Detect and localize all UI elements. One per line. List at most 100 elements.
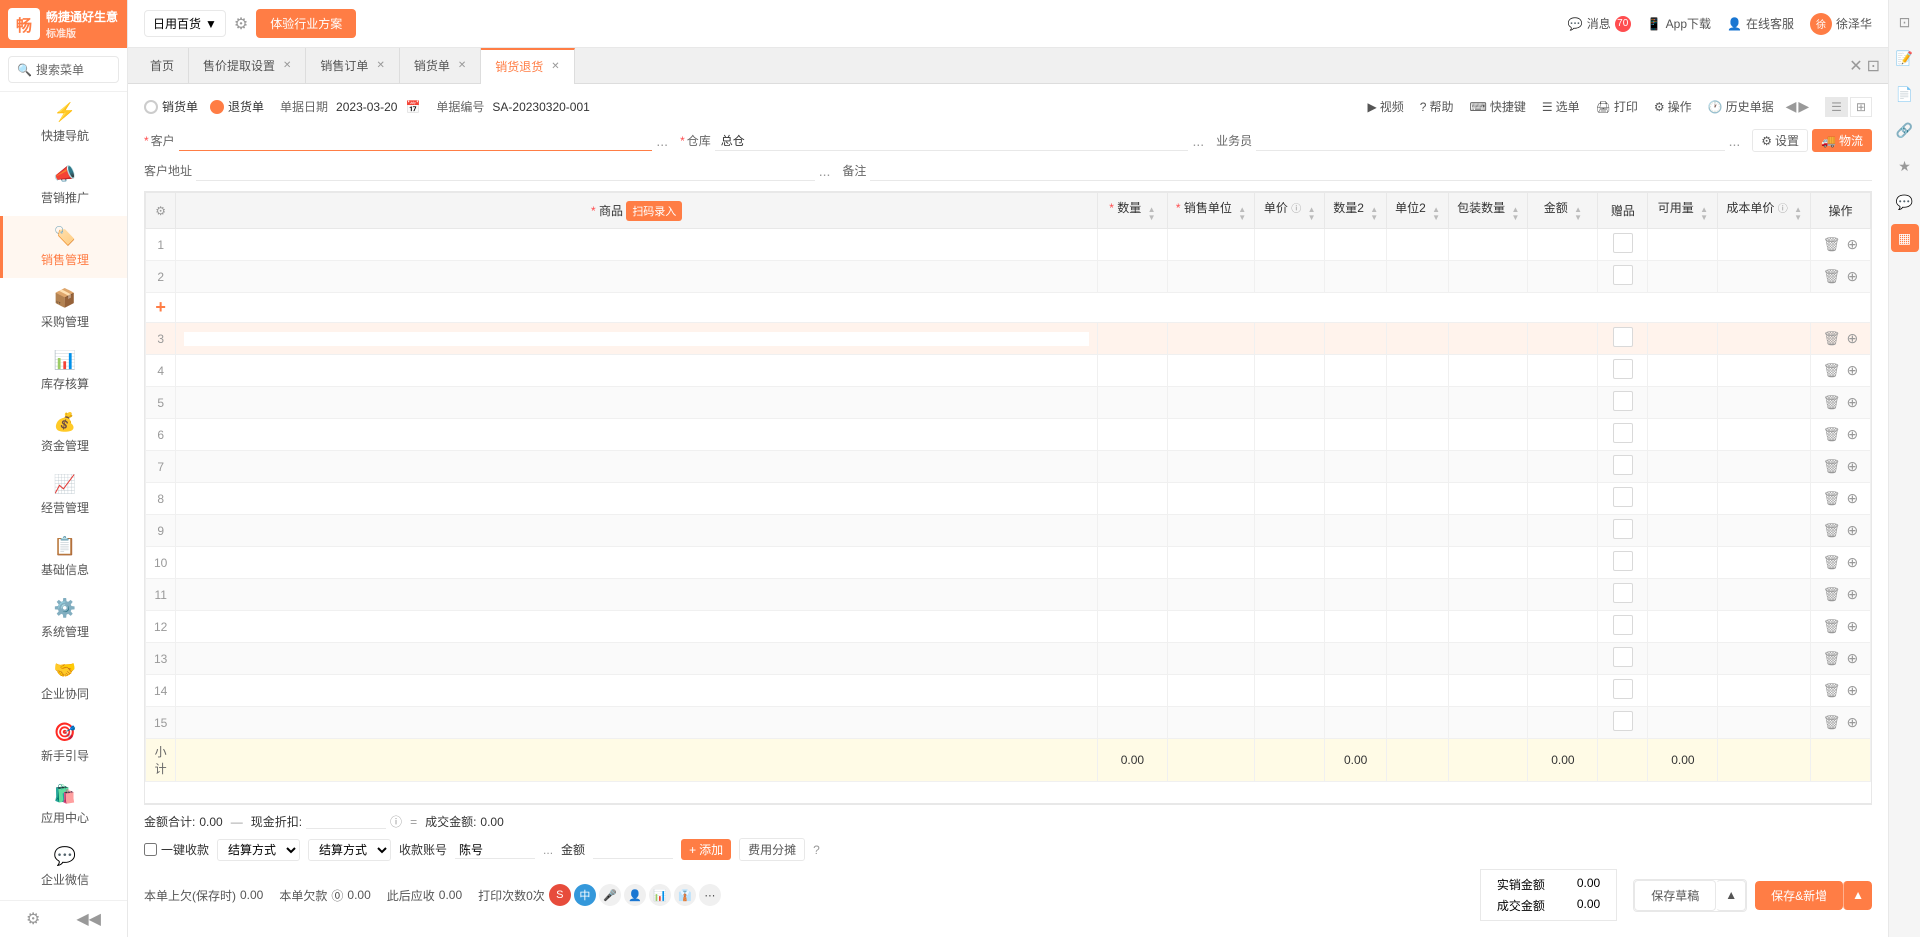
- sidebar-item-guide[interactable]: 🎯 新手引导: [0, 712, 127, 774]
- unit2-cell[interactable]: [1387, 451, 1449, 483]
- price-cell[interactable]: [1255, 419, 1325, 451]
- history-btn[interactable]: 🕐 历史单据: [1704, 96, 1778, 117]
- unit2-cell[interactable]: [1387, 261, 1449, 293]
- experience-button[interactable]: 体验行业方案: [256, 9, 356, 38]
- cost-price-cell[interactable]: [1718, 323, 1811, 355]
- goods-input[interactable]: [184, 332, 1089, 346]
- copy-row-icon[interactable]: ⊕: [1847, 650, 1859, 667]
- copy-row-icon[interactable]: ⊕: [1847, 236, 1859, 253]
- gift-cell[interactable]: [1598, 675, 1648, 707]
- sidebar-item-basic[interactable]: 📋 基础信息: [0, 526, 127, 588]
- amount-cell[interactable]: [1528, 419, 1598, 451]
- status-icon-s[interactable]: S: [549, 884, 571, 906]
- amount-cell[interactable]: [1528, 643, 1598, 675]
- save-new-button[interactable]: 保存&新增: [1755, 881, 1843, 910]
- pack-cell[interactable]: [1449, 643, 1528, 675]
- sidebar-item-corp[interactable]: 🤝 企业协同: [0, 650, 127, 712]
- goods-cell[interactable]: [176, 419, 1098, 451]
- pack-cell[interactable]: [1449, 451, 1528, 483]
- price-cell[interactable]: [1255, 547, 1325, 579]
- cost-price-cell[interactable]: [1718, 547, 1811, 579]
- cost-price-cell[interactable]: [1718, 419, 1811, 451]
- goods-cell[interactable]: [176, 451, 1098, 483]
- address-dots-btn[interactable]: ...: [819, 163, 831, 179]
- table-gear-icon[interactable]: ⚙: [155, 204, 166, 218]
- dots-btn2[interactable]: ...: [543, 843, 553, 857]
- delete-row-icon[interactable]: 🗑: [1823, 426, 1841, 443]
- one-click-input[interactable]: [144, 843, 157, 856]
- delete-row-icon[interactable]: 🗑: [1823, 618, 1841, 635]
- unit-cell[interactable]: [1167, 643, 1254, 675]
- sidebar-item-inventory[interactable]: 📊 库存核算: [0, 340, 127, 402]
- goods-cell[interactable]: [176, 483, 1098, 515]
- available-cell[interactable]: [1648, 323, 1718, 355]
- unit-cell[interactable]: [1167, 355, 1254, 387]
- pack-cell[interactable]: [1449, 323, 1528, 355]
- copy-row-icon[interactable]: ⊕: [1847, 586, 1859, 603]
- copy-row-icon[interactable]: ⊕: [1847, 490, 1859, 507]
- right-icon-expand[interactable]: ⊡: [1891, 8, 1919, 36]
- sidebar-item-purchase[interactable]: 📦 采购管理: [0, 278, 127, 340]
- qty2-cell[interactable]: [1325, 707, 1387, 739]
- scan-input-button[interactable]: 扫码录入: [626, 201, 682, 221]
- gift-checkbox[interactable]: [1613, 551, 1633, 571]
- gift-cell[interactable]: [1598, 261, 1648, 293]
- qty2-cell[interactable]: [1325, 355, 1387, 387]
- tab-price-setting-close[interactable]: ✕: [283, 60, 291, 71]
- gift-checkbox[interactable]: [1613, 519, 1633, 539]
- list-view-button[interactable]: ☰: [1825, 97, 1848, 117]
- status-icon-user[interactable]: 👤: [624, 884, 646, 906]
- available-cell[interactable]: [1648, 579, 1718, 611]
- sidebar-collapse-button[interactable]: ◀◀: [76, 909, 101, 929]
- amount-cell[interactable]: [1528, 707, 1598, 739]
- gift-cell[interactable]: [1598, 229, 1648, 261]
- gift-cell[interactable]: [1598, 707, 1648, 739]
- copy-row-icon[interactable]: ⊕: [1847, 394, 1859, 411]
- unit-cell[interactable]: [1167, 451, 1254, 483]
- sidebar-item-marketing[interactable]: 📣 营销推广: [0, 154, 127, 216]
- app-download-item[interactable]: 📱 App下载: [1647, 15, 1711, 32]
- copy-row-icon[interactable]: ⊕: [1847, 682, 1859, 699]
- pack-cell[interactable]: [1449, 675, 1528, 707]
- available-cell[interactable]: [1648, 547, 1718, 579]
- unit2-cell[interactable]: [1387, 547, 1449, 579]
- available-cell[interactable]: [1648, 451, 1718, 483]
- pack-cell[interactable]: [1449, 419, 1528, 451]
- quantity-cell[interactable]: [1097, 643, 1167, 675]
- cost-price-cell[interactable]: [1718, 451, 1811, 483]
- quantity-cell[interactable]: [1097, 675, 1167, 707]
- quantity-cell[interactable]: [1097, 707, 1167, 739]
- unit-cell[interactable]: [1167, 675, 1254, 707]
- unit2-cell[interactable]: [1387, 643, 1449, 675]
- gift-cell[interactable]: [1598, 547, 1648, 579]
- close-tab-button[interactable]: ✕: [1849, 56, 1862, 76]
- price-cell[interactable]: [1255, 515, 1325, 547]
- cost-price-info-icon[interactable]: ⓘ: [1778, 204, 1788, 215]
- unit-cell[interactable]: [1167, 387, 1254, 419]
- account-select[interactable]: 结算方式: [308, 839, 391, 861]
- cost-price-sort[interactable]: ▲▼: [1794, 206, 1802, 222]
- right-icon-message[interactable]: 💬: [1891, 188, 1919, 216]
- unit2-cell[interactable]: [1387, 355, 1449, 387]
- amount-sort[interactable]: ▲▼: [1574, 206, 1582, 222]
- amount-cell[interactable]: [1528, 229, 1598, 261]
- delete-row-icon[interactable]: 🗑: [1823, 394, 1841, 411]
- sidebar-item-appstore[interactable]: 🛍️ 应用中心: [0, 774, 127, 836]
- gift-cell[interactable]: [1598, 611, 1648, 643]
- available-cell[interactable]: [1648, 261, 1718, 293]
- available-cell[interactable]: [1648, 483, 1718, 515]
- cost-price-cell[interactable]: [1718, 675, 1811, 707]
- unit2-cell[interactable]: [1387, 515, 1449, 547]
- gift-cell[interactable]: [1598, 387, 1648, 419]
- cost-price-cell[interactable]: [1718, 579, 1811, 611]
- user-profile-item[interactable]: 徐 徐泽华: [1810, 13, 1872, 35]
- unit-cell[interactable]: [1167, 229, 1254, 261]
- quantity-cell[interactable]: [1097, 323, 1167, 355]
- address-input[interactable]: [196, 160, 815, 181]
- add-row-cell[interactable]: +: [146, 293, 176, 323]
- price-cell[interactable]: [1255, 579, 1325, 611]
- unit-cell[interactable]: [1167, 611, 1254, 643]
- delete-row-icon[interactable]: 🗑: [1823, 458, 1841, 475]
- right-icon-link[interactable]: 🔗: [1891, 116, 1919, 144]
- amount-cell[interactable]: [1528, 483, 1598, 515]
